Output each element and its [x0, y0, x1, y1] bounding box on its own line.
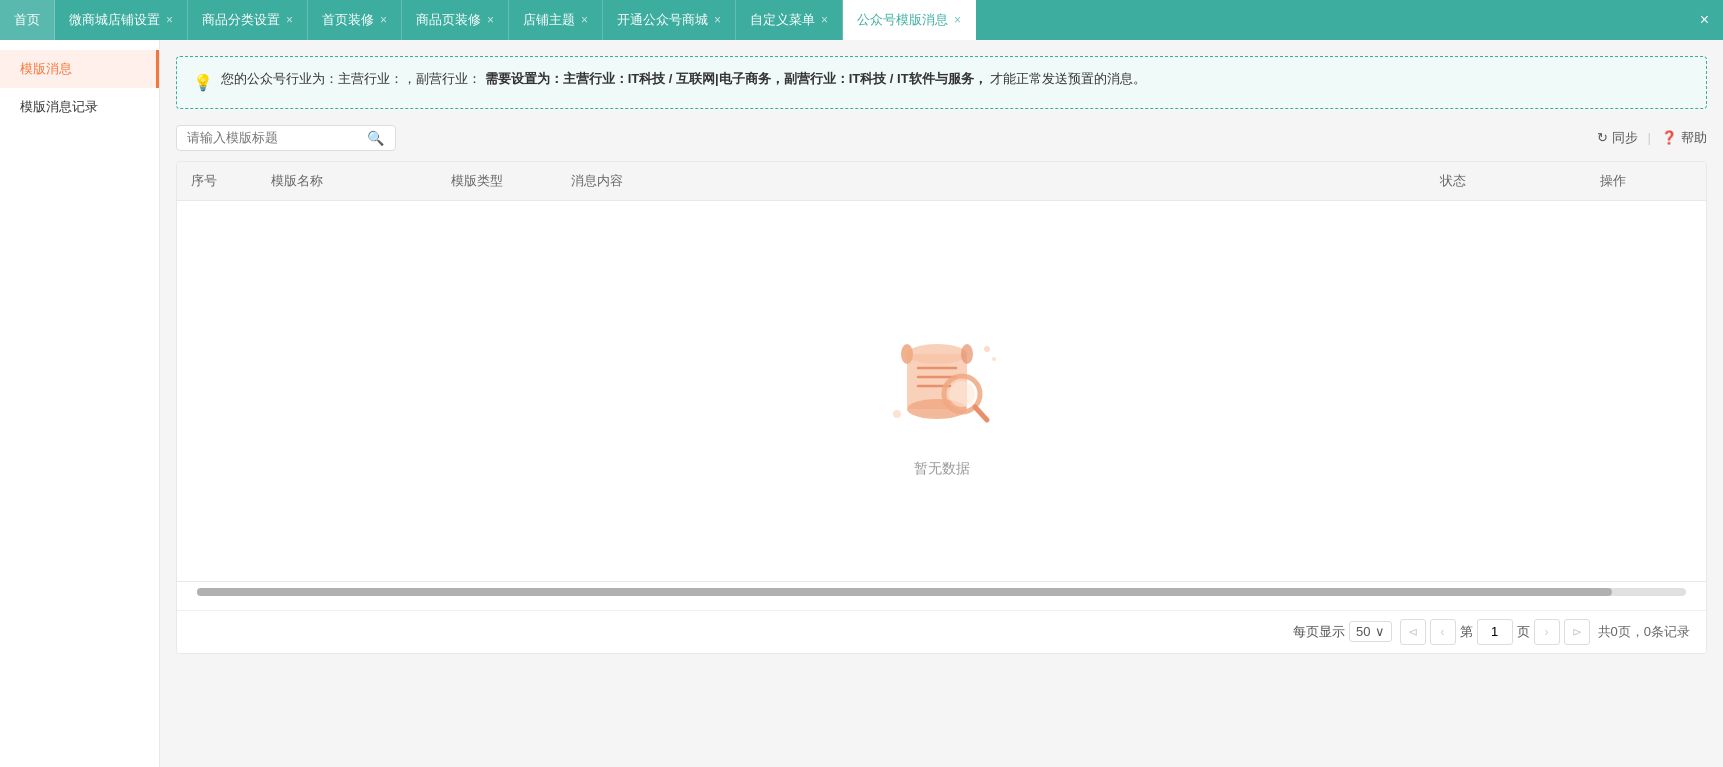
scroll-bar-area[interactable]: [177, 581, 1706, 610]
sync-button[interactable]: ↻ 同步: [1597, 129, 1638, 147]
col-status: 状态: [1426, 162, 1586, 200]
sidebar: 模版消息 模版消息记录: [0, 40, 160, 767]
close-tab-custom-menu[interactable]: ×: [821, 13, 828, 27]
toolbar-right: ↻ 同步 | ❓ 帮助: [1597, 129, 1707, 147]
col-content: 消息内容: [557, 162, 1426, 200]
svg-point-3: [901, 344, 913, 364]
notice-text: 您的公众号行业为：主营行业：，副营行业： 需要设置为：主营行业：IT科技 / 互…: [221, 69, 1146, 90]
notice-box: 💡 您的公众号行业为：主营行业：，副营行业： 需要设置为：主营行业：IT科技 /…: [176, 56, 1707, 109]
search-icon[interactable]: 🔍: [367, 130, 384, 146]
empty-illustration: [882, 324, 1002, 444]
tab-category-setting[interactable]: 商品分类设置 ×: [188, 0, 308, 40]
svg-point-12: [992, 357, 996, 361]
empty-text: 暂无数据: [914, 460, 970, 478]
page-prev-button[interactable]: ‹: [1430, 619, 1456, 645]
sidebar-item-template-msg[interactable]: 模版消息: [0, 50, 159, 88]
scroll-thumb[interactable]: [197, 588, 1612, 596]
page-nav: ⊲ ‹ 第 页 › ⊳: [1400, 619, 1590, 645]
help-button[interactable]: ❓ 帮助: [1661, 129, 1707, 147]
notice-icon: 💡: [193, 70, 213, 96]
col-type: 模版类型: [437, 162, 557, 200]
scroll-track[interactable]: [197, 588, 1686, 596]
table-body: 暂无数据: [177, 201, 1706, 581]
col-name: 模版名称: [257, 162, 437, 200]
page-input[interactable]: [1477, 619, 1513, 645]
close-tab-open-mall[interactable]: ×: [714, 13, 721, 27]
search-input[interactable]: [187, 130, 367, 145]
close-tab-product-decor[interactable]: ×: [487, 13, 494, 27]
divider: |: [1648, 130, 1651, 145]
svg-point-4: [961, 344, 973, 364]
search-input-wrap[interactable]: 🔍: [176, 125, 396, 151]
top-nav: 首页 微商城店铺设置 × 商品分类设置 × 首页装修 × 商品页装修 × 店铺主…: [0, 0, 1723, 40]
pagination: 每页显示 50 ∨ ⊲ ‹ 第 页 › ⊳ 共0页，0条记录: [177, 610, 1706, 653]
tab-home[interactable]: 首页: [0, 0, 55, 40]
page-total: 共0页，0条记录: [1598, 623, 1690, 641]
sidebar-item-template-msg-record[interactable]: 模版消息记录: [0, 88, 159, 126]
dropdown-chevron-icon: ∨: [1375, 624, 1385, 639]
tab-open-mall[interactable]: 开通公众号商城 ×: [603, 0, 736, 40]
main-content: 💡 您的公众号行业为：主营行业：，副营行业： 需要设置为：主营行业：IT科技 /…: [160, 40, 1723, 767]
search-bar: 🔍 ↻ 同步 | ❓ 帮助: [176, 125, 1707, 151]
page-last-button[interactable]: ⊳: [1564, 619, 1590, 645]
tab-store-theme[interactable]: 店铺主题 ×: [509, 0, 603, 40]
close-tab-store-theme[interactable]: ×: [581, 13, 588, 27]
svg-line-10: [975, 407, 987, 420]
help-icon: ❓: [1661, 130, 1677, 145]
close-tab-shop-setting[interactable]: ×: [166, 13, 173, 27]
col-index: 序号: [177, 162, 257, 200]
data-table: 序号 模版名称 模版类型 消息内容 状态 操作: [176, 161, 1707, 654]
tab-custom-menu[interactable]: 自定义菜单 ×: [736, 0, 843, 40]
page-first-button[interactable]: ⊲: [1400, 619, 1426, 645]
page-size-dropdown[interactable]: 50 ∨: [1349, 621, 1391, 642]
page-size-select: 每页显示 50 ∨: [1293, 621, 1391, 642]
sync-icon: ↻: [1597, 130, 1608, 145]
svg-point-13: [893, 410, 901, 418]
tab-product-decor[interactable]: 商品页装修 ×: [402, 0, 509, 40]
tab-home-decor[interactable]: 首页装修 ×: [308, 0, 402, 40]
close-tab-template-msg[interactable]: ×: [954, 13, 961, 27]
col-action: 操作: [1586, 162, 1706, 200]
page-next-button[interactable]: ›: [1534, 619, 1560, 645]
close-tab-category-setting[interactable]: ×: [286, 13, 293, 27]
tab-template-msg[interactable]: 公众号模版消息 ×: [843, 0, 976, 40]
close-tab-home-decor[interactable]: ×: [380, 13, 387, 27]
tab-shop-setting[interactable]: 微商城店铺设置 ×: [55, 0, 188, 40]
layout: 模版消息 模版消息记录 💡 您的公众号行业为：主营行业：，副营行业： 需要设置为…: [0, 40, 1723, 767]
close-all-button[interactable]: ×: [1686, 11, 1723, 29]
empty-state: 暂无数据: [882, 264, 1002, 518]
svg-point-9: [949, 381, 975, 407]
svg-point-11: [984, 346, 990, 352]
table-header: 序号 模版名称 模版类型 消息内容 状态 操作: [177, 162, 1706, 201]
